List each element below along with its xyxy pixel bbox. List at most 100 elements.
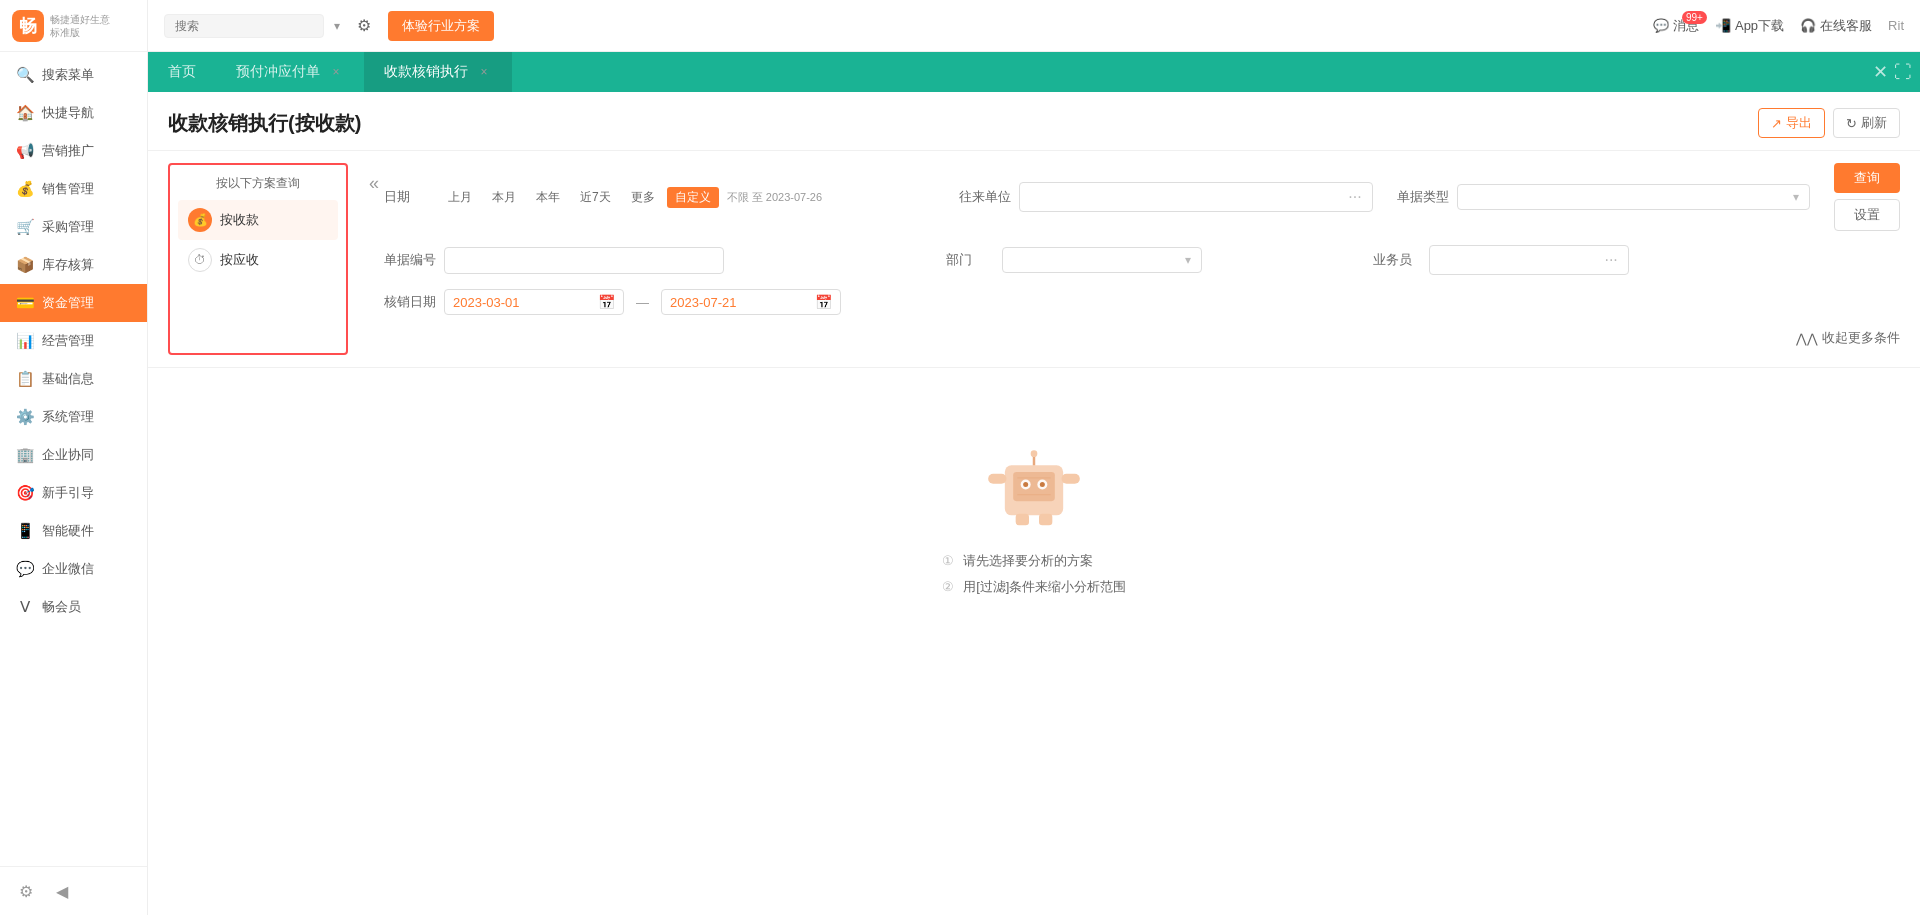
filter-collapse-btn[interactable]: « <box>364 163 384 194</box>
doc-type-label: 单据类型 <box>1397 188 1449 206</box>
filter-sidebar: 按以下方案查询 💰 按收款 ⏱ 按应收 <box>168 163 348 355</box>
empty-tip2-text: 用[过滤]条件来缩小分析范围 <box>963 579 1126 594</box>
online-service-button[interactable]: 🎧 在线客服 <box>1800 17 1872 35</box>
sidebar-item-purchase[interactable]: 🛒 采购管理 <box>0 208 147 246</box>
tab-receipt-close[interactable]: × <box>476 64 492 80</box>
main-area: ▾ ⚙ 体验行业方案 💬 消息 99+ 📲 App下载 🎧 在线客服 Rit 首… <box>148 0 1920 915</box>
empty-tips: ① 请先选择要分析的方案 ② 用[过滤]条件来缩小分析范围 <box>942 548 1127 600</box>
empty-tip-1: ① 请先选择要分析的方案 <box>942 548 1127 574</box>
tab-close-all-icon[interactable]: ✕ <box>1873 61 1888 83</box>
sidebar-item-shortcut[interactable]: 🏠 快捷导航 <box>0 94 147 132</box>
sidebar-item-basic[interactable]: 📋 基础信息 <box>0 360 147 398</box>
sidebar-item-label: 快捷导航 <box>42 104 94 122</box>
tab-prepay[interactable]: 预付冲应付单 × <box>216 52 364 92</box>
empty-tip-2: ② 用[过滤]条件来缩小分析范围 <box>942 574 1127 600</box>
sidebar-item-inventory[interactable]: 📦 库存核算 <box>0 246 147 284</box>
topbar-search-input[interactable] <box>164 14 324 38</box>
date-btn-this-month[interactable]: 本月 <box>484 187 524 208</box>
sidebar-item-label: 畅会员 <box>42 598 81 616</box>
sidebar-item-label: 销售管理 <box>42 180 94 198</box>
sidebar-item-label: 搜索菜单 <box>42 66 94 84</box>
calendar-end-icon[interactable]: 📅 <box>815 294 832 310</box>
member-icon: Ⅴ <box>16 598 34 616</box>
query-button[interactable]: 查询 <box>1834 163 1900 193</box>
logo-icon: 畅 <box>12 10 44 42</box>
sidebar-item-label: 基础信息 <box>42 370 94 388</box>
solution-button[interactable]: 体验行业方案 <box>388 11 494 41</box>
basic-icon: 📋 <box>16 370 34 388</box>
tab-expand-icon[interactable]: ⛶ <box>1894 62 1912 83</box>
sidebar-collapse-btn[interactable]: ◀ <box>48 877 76 905</box>
svg-rect-11 <box>1062 474 1080 484</box>
date-btn-this-year[interactable]: 本年 <box>528 187 568 208</box>
tab-prepay-close[interactable]: × <box>328 64 344 80</box>
svg-rect-9 <box>1039 514 1052 526</box>
date-btn-custom[interactable]: 自定义 <box>667 187 719 208</box>
filter-option-by-receivable[interactable]: ⏱ 按应收 <box>178 240 338 280</box>
filter-option-by-receipt[interactable]: 💰 按收款 <box>178 200 338 240</box>
sidebar-item-enterprise[interactable]: 🏢 企业协同 <box>0 436 147 474</box>
dropdown-arrow-icon[interactable]: ▾ <box>334 19 340 33</box>
purchase-icon: 🛒 <box>16 218 34 236</box>
sidebar-item-operations[interactable]: 📊 经营管理 <box>0 322 147 360</box>
calendar-start-icon[interactable]: 📅 <box>598 294 615 310</box>
refresh-button[interactable]: ↻ 刷新 <box>1833 108 1900 138</box>
topbar: ▾ ⚙ 体验行业方案 💬 消息 99+ 📲 App下载 🎧 在线客服 Rit <box>148 0 1920 52</box>
sidebar-item-weixin[interactable]: 💬 企业微信 <box>0 550 147 588</box>
verify-date-end-input[interactable] <box>670 295 809 310</box>
verify-date-start-input[interactable] <box>453 295 592 310</box>
staff-dots-icon[interactable]: ··· <box>1604 251 1617 269</box>
sidebar-item-label: 资金管理 <box>42 294 94 312</box>
tab-home[interactable]: 首页 <box>148 52 216 92</box>
sidebar-item-hardware[interactable]: 📱 智能硬件 <box>0 512 147 550</box>
message-button[interactable]: 💬 消息 99+ <box>1653 17 1699 35</box>
date-field: 日期 上月 本月 本年 近7天 更多 自定义 不限 至 2023-07-26 <box>384 187 935 208</box>
settings-button[interactable]: 设置 <box>1834 199 1900 231</box>
weixin-icon: 💬 <box>16 560 34 578</box>
partner-dots-icon[interactable]: ··· <box>1348 188 1361 206</box>
sidebar-item-member[interactable]: Ⅴ 畅会员 <box>0 588 147 626</box>
sidebar-item-sales[interactable]: 💰 销售管理 <box>0 170 147 208</box>
sidebar-item-label: 新手引导 <box>42 484 94 502</box>
sales-icon: 💰 <box>16 180 34 198</box>
user-name[interactable]: Rit <box>1888 18 1904 33</box>
date-btn-7days[interactable]: 近7天 <box>572 187 619 208</box>
export-button[interactable]: ↗ 导出 <box>1758 108 1825 138</box>
verify-date-label: 核销日期 <box>384 293 436 311</box>
svg-point-7 <box>1031 450 1038 457</box>
sidebar-item-system[interactable]: ⚙️ 系统管理 <box>0 398 147 436</box>
inventory-icon: 📦 <box>16 256 34 274</box>
sidebar-item-label: 营销推广 <box>42 142 94 160</box>
topbar-gear-icon[interactable]: ⚙ <box>350 12 378 40</box>
tab-receipt-label: 收款核销执行 <box>384 63 468 81</box>
date-btn-more[interactable]: 更多 <box>623 187 663 208</box>
by-receipt-icon: 💰 <box>188 208 212 232</box>
sidebar-item-search[interactable]: 🔍 搜索菜单 <box>0 56 147 94</box>
doc-type-arrow: ▾ <box>1793 190 1799 204</box>
sidebar-item-marketing[interactable]: 📢 营销推广 <box>0 132 147 170</box>
sidebar-nav: 🔍 搜索菜单 🏠 快捷导航 📢 营销推广 💰 销售管理 🛒 采购管理 📦 库存核… <box>0 52 147 866</box>
export-label: 导出 <box>1786 114 1812 132</box>
empty-state: ① 请先选择要分析的方案 ② 用[过滤]条件来缩小分析范围 <box>148 372 1920 660</box>
app-download-button[interactable]: 📲 App下载 <box>1715 17 1784 35</box>
sidebar-item-label: 系统管理 <box>42 408 94 426</box>
collapse-more-button[interactable]: ⋀⋀ 收起更多条件 <box>1796 329 1900 347</box>
verify-date-start-wrap: 📅 <box>444 289 624 315</box>
refresh-label: 刷新 <box>1861 114 1887 132</box>
tabbar-controls: ✕ ⛶ <box>1865 61 1920 83</box>
app-download-label: App下载 <box>1735 17 1784 35</box>
dept-field: 部门 ▾ <box>946 247 1349 273</box>
sidebar-item-guide[interactable]: 🎯 新手引导 <box>0 474 147 512</box>
svg-rect-10 <box>988 474 1006 484</box>
sidebar-item-label: 企业协同 <box>42 446 94 464</box>
sidebar-item-label: 经营管理 <box>42 332 94 350</box>
doc-no-input[interactable] <box>444 247 724 274</box>
tab-receipt-write-off[interactable]: 收款核销执行 × <box>364 52 512 92</box>
sidebar-settings-btn[interactable]: ⚙ <box>12 877 40 905</box>
filter-form: 日期 上月 本月 本年 近7天 更多 自定义 不限 至 2023-07-26 <box>384 163 1900 355</box>
system-icon: ⚙️ <box>16 408 34 426</box>
sidebar-item-label: 库存核算 <box>42 256 94 274</box>
sidebar-item-finance[interactable]: 💳 资金管理 <box>0 284 147 322</box>
partner-label: 往来单位 <box>959 188 1011 206</box>
date-btn-last-month[interactable]: 上月 <box>440 187 480 208</box>
